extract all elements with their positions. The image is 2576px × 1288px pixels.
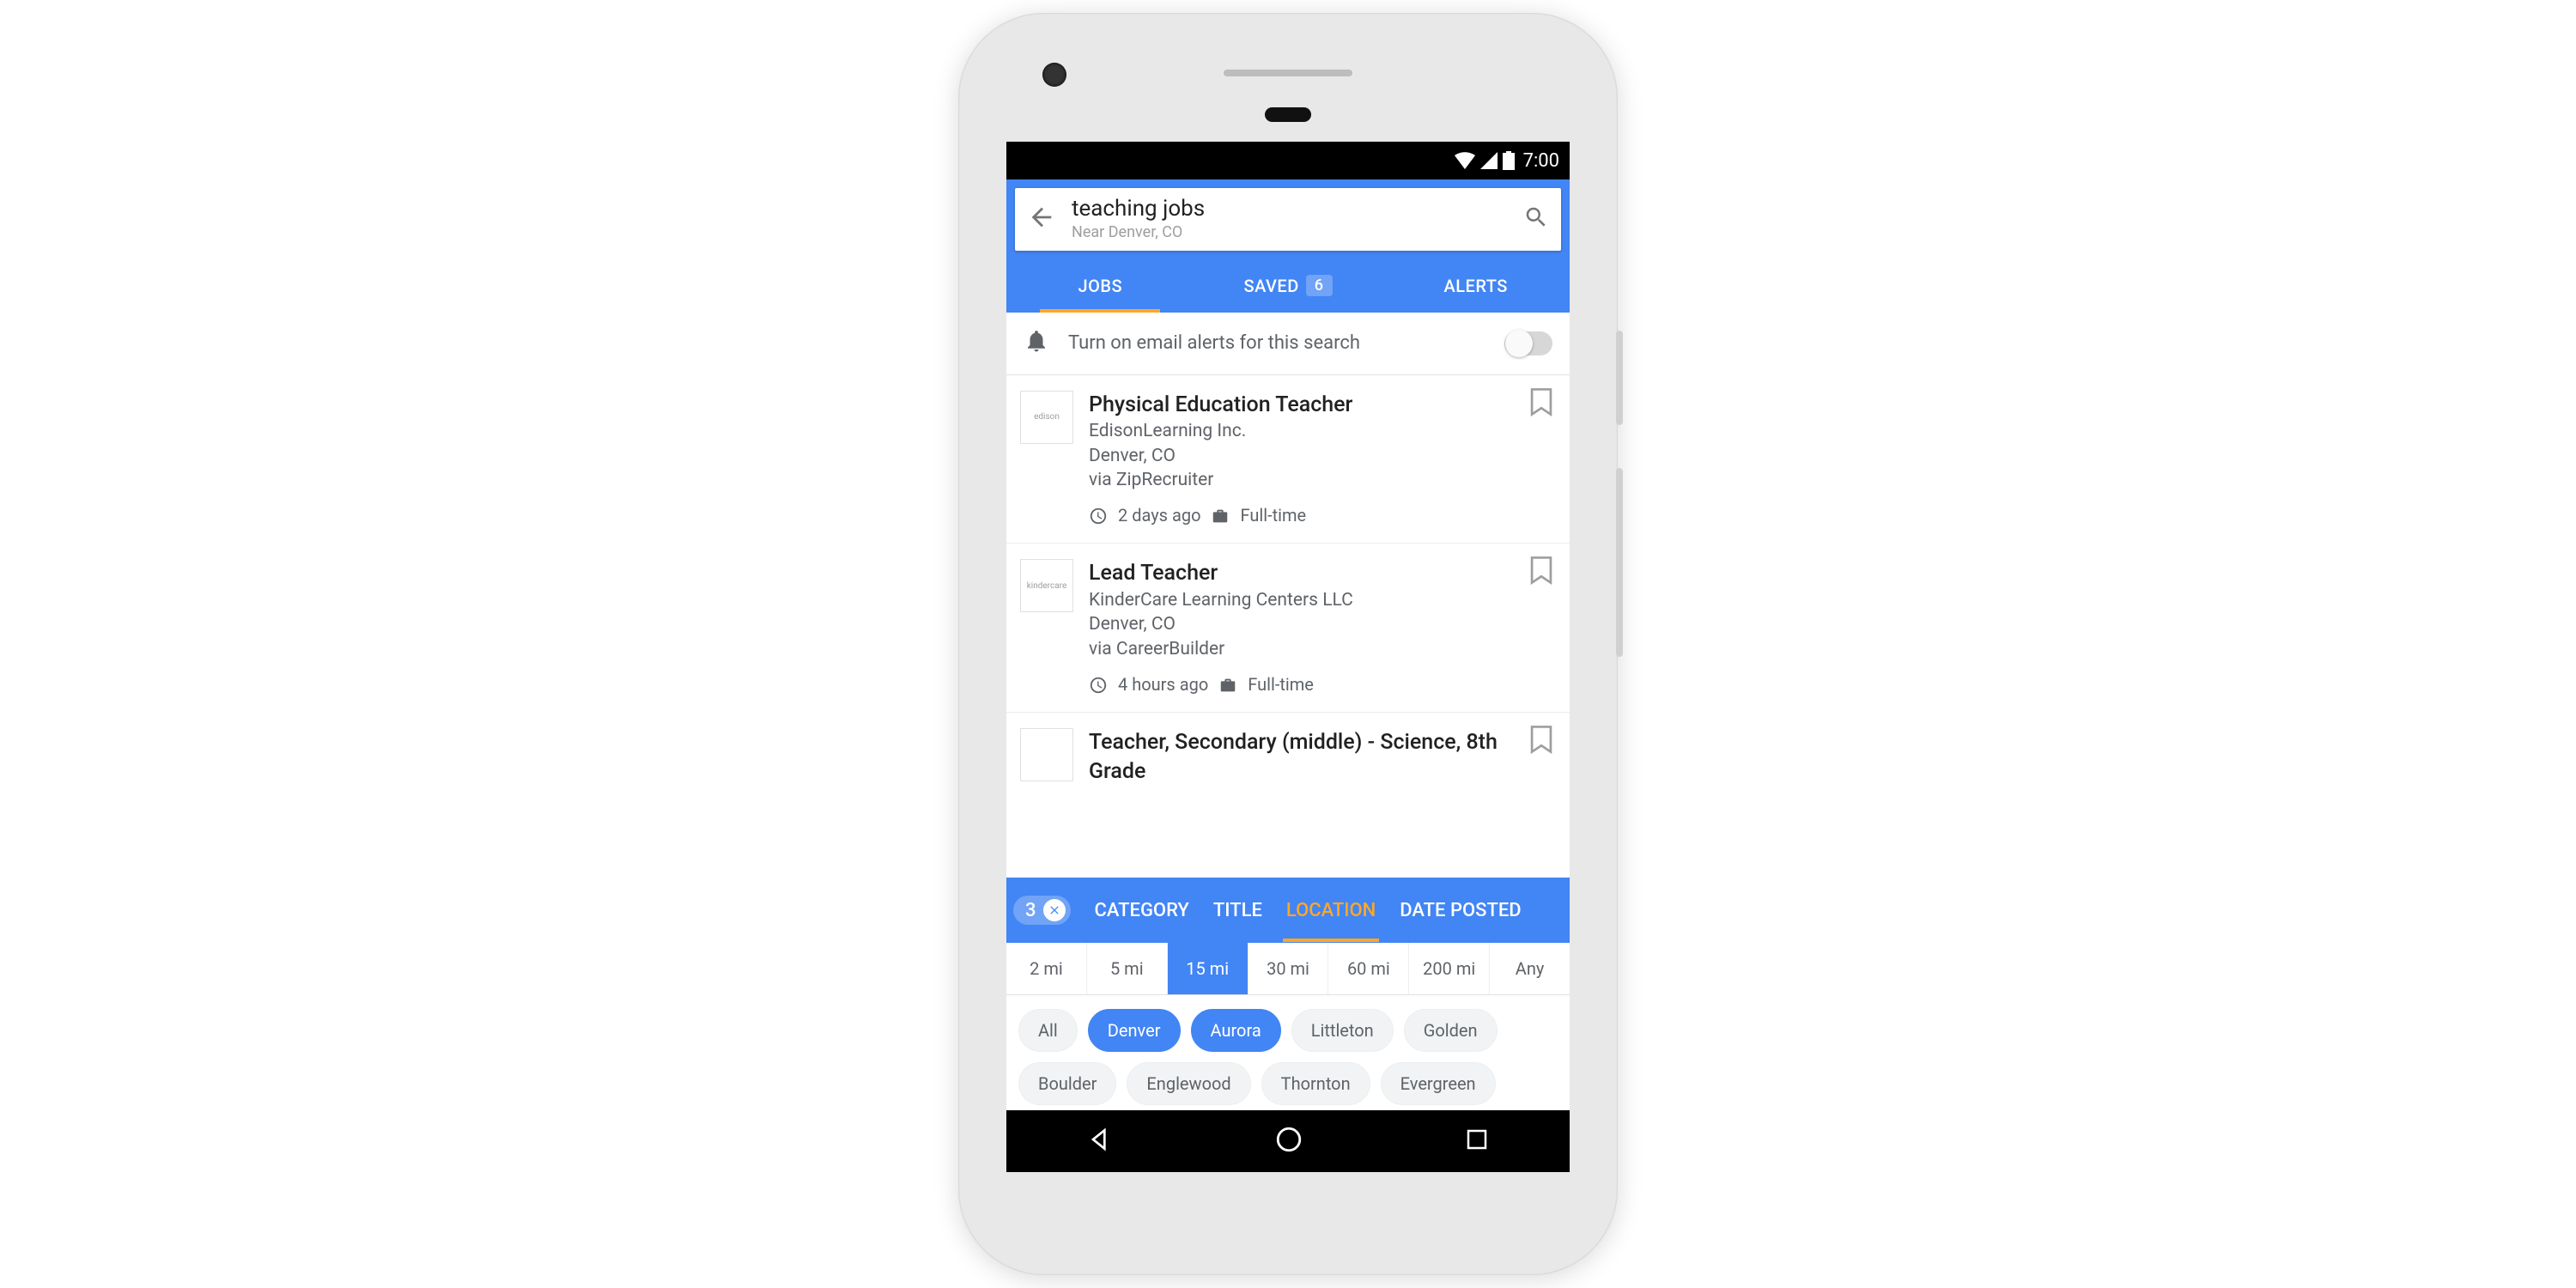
clear-filters-icon[interactable] <box>1043 899 1066 921</box>
filter-tab-location[interactable]: LOCATION <box>1286 879 1376 942</box>
location-chip[interactable]: Boulder <box>1018 1062 1116 1105</box>
earpiece <box>1224 70 1352 76</box>
job-company: KinderCare Learning Centers LLC <box>1089 588 1554 612</box>
volume-button <box>1616 468 1623 657</box>
bell-icon <box>1024 328 1049 359</box>
distance-option[interactable]: 2 mi <box>1006 943 1087 994</box>
email-alert-label: Turn on email alerts for this search <box>1068 332 1485 354</box>
filter-tab-date-posted[interactable]: DATE POSTED <box>1400 879 1521 942</box>
active-filter-count-pill[interactable]: 3 <box>1013 896 1071 925</box>
job-title: Physical Education Teacher <box>1089 391 1554 420</box>
location-chips: All Denver Aurora Littleton Golden Bould… <box>1006 995 1570 1110</box>
tab-alerts[interactable]: ALERTS <box>1382 259 1570 313</box>
location-chip[interactable]: Thornton <box>1261 1062 1370 1105</box>
distance-option[interactable]: 200 mi <box>1409 943 1490 994</box>
bookmark-icon[interactable] <box>1528 725 1554 757</box>
distance-option[interactable]: 30 mi <box>1249 943 1329 994</box>
tab-saved[interactable]: SAVED 6 <box>1194 259 1382 313</box>
search-card[interactable]: teaching jobs Near Denver, CO <box>1015 188 1561 251</box>
job-meta: 2 days ago Full-time <box>1089 492 1554 527</box>
filter-tab-category[interactable]: CATEGORY <box>1095 879 1189 942</box>
screen: 7:00 teaching jobs Near Denver, CO JOBS <box>1006 142 1570 1172</box>
distance-option[interactable]: 5 mi <box>1087 943 1168 994</box>
tab-saved-label: SAVED <box>1243 276 1298 296</box>
company-logo <box>1020 728 1073 781</box>
power-button <box>1616 331 1623 425</box>
search-query: teaching jobs <box>1072 197 1508 222</box>
email-alert-row: Turn on email alerts for this search <box>1006 313 1570 375</box>
location-chip[interactable]: Aurora <box>1191 1009 1281 1052</box>
bookmark-icon[interactable] <box>1528 387 1554 420</box>
tab-alerts-label: ALERTS <box>1443 276 1507 296</box>
search-text-block[interactable]: teaching jobs Near Denver, CO <box>1072 197 1508 242</box>
job-type: Full-time <box>1248 673 1314 696</box>
header-blue: teaching jobs Near Denver, CO JOBS SAVED… <box>1006 179 1570 313</box>
job-company: EdisonLearning Inc. <box>1089 419 1554 443</box>
nav-recents-icon[interactable] <box>1464 1127 1490 1156</box>
battery-icon <box>1503 151 1515 170</box>
main-tabs: JOBS SAVED 6 ALERTS <box>1006 259 1570 313</box>
job-title: Lead Teacher <box>1089 559 1554 588</box>
saved-count-badge: 6 <box>1306 275 1333 296</box>
distance-option[interactable]: 15 mi <box>1168 943 1249 994</box>
nav-back-icon[interactable] <box>1086 1126 1114 1157</box>
distance-row: 2 mi 5 mi 15 mi 30 mi 60 mi 200 mi Any <box>1006 943 1570 995</box>
clock-icon <box>1089 507 1108 526</box>
search-location-sub: Near Denver, CO <box>1072 224 1508 242</box>
status-time: 7:00 <box>1523 150 1559 172</box>
nav-home-icon[interactable] <box>1274 1125 1303 1157</box>
company-logo: kindercare <box>1020 559 1073 612</box>
job-age: 4 hours ago <box>1118 673 1208 696</box>
distance-option[interactable]: 60 mi <box>1328 943 1409 994</box>
job-location: Denver, CO <box>1089 444 1554 468</box>
filter-tab-title[interactable]: TITLE <box>1213 879 1262 942</box>
location-chip[interactable]: Evergreen <box>1381 1062 1496 1105</box>
back-arrow-icon[interactable] <box>1027 203 1056 235</box>
tab-jobs[interactable]: JOBS <box>1006 259 1194 313</box>
job-source: via ZipRecruiter <box>1089 468 1554 492</box>
clock-icon <box>1089 676 1108 695</box>
cell-signal-icon <box>1480 152 1498 169</box>
proximity-sensor <box>1265 107 1311 122</box>
email-alert-toggle[interactable] <box>1504 331 1552 355</box>
job-card[interactable]: edison Physical Education Teacher Edison… <box>1006 375 1570 544</box>
job-card[interactable]: kindercare Lead Teacher KinderCare Learn… <box>1006 544 1570 713</box>
location-chip[interactable]: Littleton <box>1291 1009 1394 1052</box>
location-chip[interactable]: Denver <box>1088 1009 1181 1052</box>
distance-option[interactable]: Any <box>1490 943 1570 994</box>
android-status-bar: 7:00 <box>1006 142 1570 179</box>
android-nav-bar <box>1006 1110 1570 1172</box>
briefcase-icon <box>1211 507 1230 526</box>
location-chip[interactable]: Golden <box>1404 1009 1498 1052</box>
job-meta: 4 hours ago Full-time <box>1089 661 1554 696</box>
briefcase-icon <box>1218 676 1237 695</box>
job-type: Full-time <box>1240 504 1306 527</box>
phone-frame: 7:00 teaching jobs Near Denver, CO JOBS <box>958 13 1618 1275</box>
filter-tabs: 3 CATEGORY TITLE LOCATION DATE POSTED <box>1006 878 1570 943</box>
wifi-icon <box>1455 152 1475 169</box>
location-chip[interactable]: All <box>1018 1009 1078 1052</box>
job-location: Denver, CO <box>1089 612 1554 636</box>
company-logo: edison <box>1020 391 1073 444</box>
job-card[interactable]: Teacher, Secondary (middle) - Science, 8… <box>1006 713 1570 802</box>
bookmark-icon[interactable] <box>1528 556 1554 588</box>
location-chip[interactable]: Englewood <box>1127 1062 1250 1105</box>
job-age: 2 days ago <box>1118 504 1200 527</box>
job-list[interactable]: edison Physical Education Teacher Edison… <box>1006 375 1570 878</box>
job-source: via CareerBuilder <box>1089 637 1554 661</box>
filter-count: 3 <box>1025 900 1036 921</box>
filter-panel: 3 CATEGORY TITLE LOCATION DATE POSTED 2 … <box>1006 878 1570 1110</box>
tab-jobs-label: JOBS <box>1078 276 1123 296</box>
job-title: Teacher, Secondary (middle) - Science, 8… <box>1089 728 1554 787</box>
search-icon[interactable] <box>1523 204 1549 234</box>
